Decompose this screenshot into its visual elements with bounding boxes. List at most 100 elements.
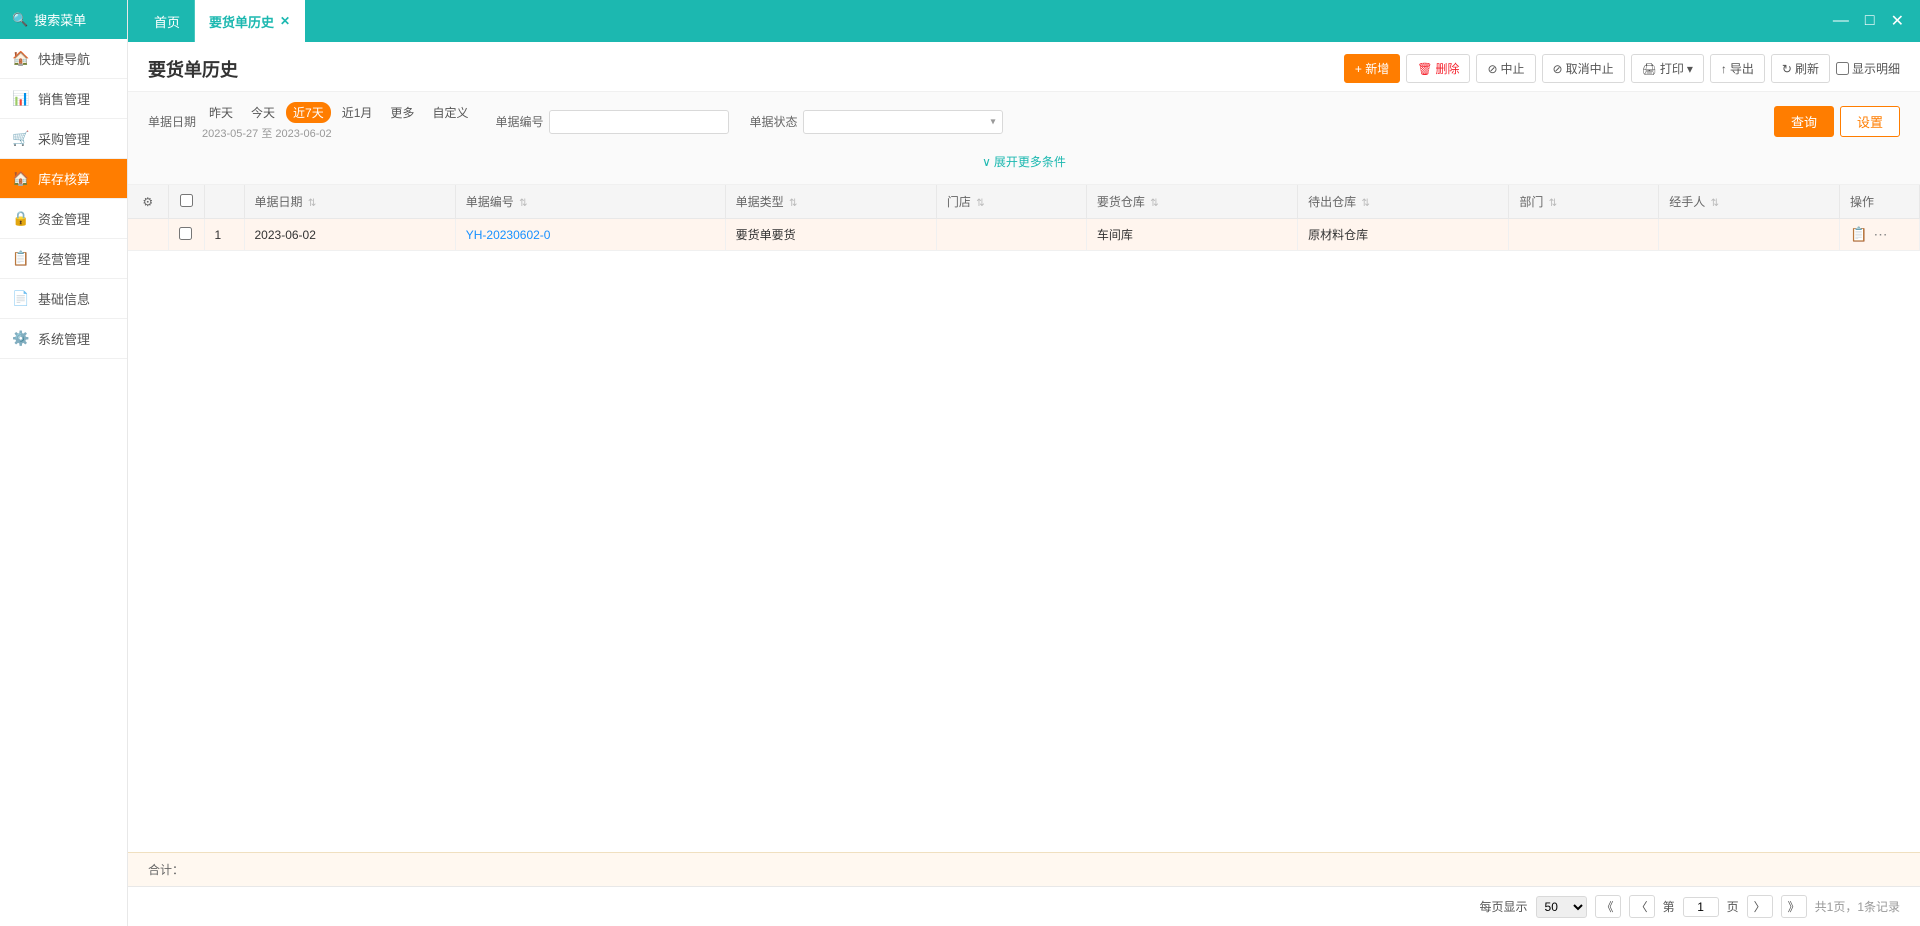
sidebar-item-basic[interactable]: 📄 基础信息 — [0, 279, 127, 319]
row-req-warehouse-cell: 车间库 — [1086, 219, 1297, 251]
row-store-cell — [936, 219, 1086, 251]
page-number-input[interactable] — [1683, 897, 1719, 917]
doc-number-label: 单据编号 — [495, 113, 543, 130]
sidebar-search[interactable]: 🔍 搜索菜单 — [0, 0, 127, 39]
row-settings-cell — [128, 219, 168, 251]
first-page-button[interactable]: 《 — [1595, 895, 1621, 918]
print-icon: 🖨 — [1642, 62, 1657, 76]
expand-icon: ∨ — [982, 155, 991, 169]
show-detail-input[interactable] — [1836, 62, 1849, 75]
col-number[interactable]: 单据编号 ⇅ — [455, 185, 725, 219]
delete-button[interactable]: 🗑 删除 — [1406, 54, 1470, 83]
date-yesterday[interactable]: 昨天 — [202, 102, 240, 123]
col-pending-warehouse[interactable]: 待出仓库 ⇅ — [1298, 185, 1509, 219]
sidebar-item-label: 系统管理 — [38, 329, 90, 348]
row-view-icon[interactable]: 📋 — [1850, 226, 1867, 243]
action-icons: 📋 ⋯ — [1850, 226, 1909, 243]
col-action: 操作 — [1840, 185, 1920, 219]
sidebar-item-operations[interactable]: 📋 经营管理 — [0, 239, 127, 279]
col-handler[interactable]: 经手人 ⇅ — [1659, 185, 1840, 219]
main-area: 首页 要货单历史 ✕ — □ ✕ 要货单历史 + 新增 🗑 删除 ⊘ 中 — [128, 0, 1920, 926]
export-icon: ↑ — [1721, 62, 1727, 76]
col-req-warehouse[interactable]: 要货仓库 ⇅ — [1086, 185, 1297, 219]
sidebar-item-sales[interactable]: 📊 销售管理 — [0, 79, 127, 119]
inventory-icon: 🏠 — [12, 170, 30, 187]
next-page-button[interactable]: 〉 — [1747, 895, 1773, 918]
table-footer: 合计： — [128, 852, 1920, 886]
select-all-checkbox[interactable] — [180, 194, 193, 207]
stop-button[interactable]: ⊘ 中止 — [1476, 54, 1535, 83]
tab-history-label: 要货单历史 — [209, 12, 274, 31]
date-filter-label: 单据日期 — [148, 113, 196, 130]
page-size-select[interactable]: 10 20 50 100 — [1536, 896, 1587, 918]
pagination: 每页显示 10 20 50 100 《 〈 第 页 〉 》 共1页，1条记录 — [128, 886, 1920, 926]
last-page-button[interactable]: 》 — [1781, 895, 1807, 918]
content-area: 要货单历史 + 新增 🗑 删除 ⊘ 中止 ⊘ 取消中止 🖨 打印 — [128, 42, 1920, 926]
table-row: 1 2023-06-02 YH-20230602-0 要货单要货 车间库 原材料… — [128, 219, 1920, 251]
sidebar-item-inventory[interactable]: 🏠 库存核算 — [0, 159, 127, 199]
operations-icon: 📋 — [12, 250, 30, 267]
system-icon: ⚙️ — [12, 330, 30, 347]
row-type-cell: 要货单要货 — [725, 219, 936, 251]
page-suffix: 页 — [1727, 898, 1739, 915]
col-seq — [204, 185, 244, 219]
date-month[interactable]: 近1月 — [335, 102, 380, 123]
topbar-controls: — □ ✕ — [1829, 9, 1908, 33]
print-dropdown-icon: ▾ — [1687, 62, 1693, 76]
export-button[interactable]: ↑ 导出 — [1710, 54, 1765, 83]
row-number-cell: YH-20230602-0 — [455, 219, 725, 251]
sidebar-item-label: 库存核算 — [38, 169, 90, 188]
row-more-icon[interactable]: ⋯ — [1873, 226, 1887, 243]
topbar: 首页 要货单历史 ✕ — □ ✕ — [128, 0, 1920, 42]
sidebar-item-quick-nav[interactable]: 🏠 快捷导航 — [0, 39, 127, 79]
settings-button[interactable]: 设置 — [1840, 106, 1900, 137]
query-button[interactable]: 查询 — [1774, 106, 1834, 137]
column-settings-icon[interactable]: ⚙ — [142, 195, 153, 209]
refresh-button[interactable]: ↻ 刷新 — [1771, 54, 1830, 83]
date-more[interactable]: 更多 — [383, 102, 421, 123]
sidebar-item-label: 经营管理 — [38, 249, 90, 268]
sales-icon: 📊 — [12, 90, 30, 107]
row-checkbox-cell — [168, 219, 204, 251]
status-select[interactable] — [803, 110, 1003, 134]
sort-date-icon: ⇅ — [308, 198, 316, 209]
print-button[interactable]: 🖨 打印 ▾ — [1631, 54, 1704, 83]
tab-history[interactable]: 要货单历史 ✕ — [195, 0, 305, 42]
tab-close-icon[interactable]: ✕ — [280, 14, 290, 28]
sidebar-item-finance[interactable]: 🔒 资金管理 — [0, 199, 127, 239]
page-label: 第 — [1663, 898, 1675, 915]
col-department[interactable]: 部门 ⇅ — [1509, 185, 1659, 219]
data-table: ⚙ 单据日期 ⇅ 单据编号 ⇅ — [128, 185, 1920, 251]
show-detail-checkbox[interactable]: 显示明细 — [1836, 60, 1900, 77]
expand-filter-button[interactable]: ∨ 展开更多条件 — [974, 149, 1074, 174]
date-today[interactable]: 今天 — [244, 102, 282, 123]
date-week[interactable]: 近7天 — [286, 102, 331, 123]
status-label: 单据状态 — [749, 113, 797, 130]
row-seq-cell: 1 — [204, 219, 244, 251]
date-custom[interactable]: 自定义 — [425, 102, 475, 123]
tab-home[interactable]: 首页 — [140, 0, 195, 42]
doc-number-input[interactable] — [549, 110, 729, 134]
col-settings[interactable]: ⚙ — [128, 185, 168, 219]
cancel-stop-button[interactable]: ⊘ 取消中止 — [1542, 54, 1625, 83]
sort-type-icon: ⇅ — [789, 198, 797, 209]
new-button[interactable]: + 新增 — [1344, 54, 1400, 83]
status-select-wrapper: ▾ — [803, 110, 1003, 134]
row-handler-cell — [1659, 219, 1840, 251]
table-container: ⚙ 单据日期 ⇅ 单据编号 ⇅ — [128, 185, 1920, 852]
status-filter-group: 单据状态 ▾ — [749, 110, 1003, 134]
col-store[interactable]: 门店 ⇅ — [936, 185, 1086, 219]
close-button[interactable]: ✕ — [1887, 9, 1908, 33]
filter-actions: 查询 设置 — [1774, 106, 1900, 137]
minimize-button[interactable]: — — [1829, 10, 1853, 32]
stop-icon: ⊘ — [1487, 62, 1497, 76]
col-type[interactable]: 单据类型 ⇅ — [725, 185, 936, 219]
prev-page-button[interactable]: 〈 — [1629, 895, 1655, 918]
maximize-button[interactable]: □ — [1861, 10, 1879, 32]
col-date[interactable]: 单据日期 ⇅ — [244, 185, 455, 219]
row-checkbox[interactable] — [179, 227, 192, 240]
sidebar-item-system[interactable]: ⚙️ 系统管理 — [0, 319, 127, 359]
sidebar-item-purchase[interactable]: 🛒 采购管理 — [0, 119, 127, 159]
row-number-link[interactable]: YH-20230602-0 — [466, 228, 551, 242]
row-action-cell: 📋 ⋯ — [1840, 219, 1920, 251]
